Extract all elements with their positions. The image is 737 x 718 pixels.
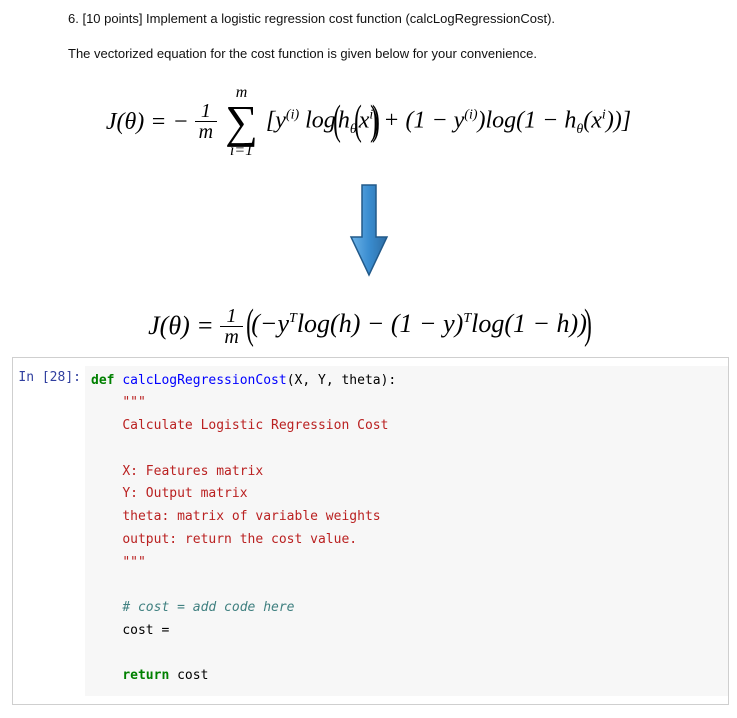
- formula1-frac-bot: m: [195, 122, 217, 142]
- code-comment: # cost = add code here: [122, 600, 294, 615]
- keyword-return: return: [122, 668, 169, 683]
- formula2-body: ((−yTlog(h) − (1 − y)Tlog(1 − h))): [249, 309, 589, 343]
- docstring-theta: theta: matrix of variable weights: [122, 509, 380, 524]
- docstring-y: Y: Output matrix: [122, 486, 247, 501]
- docstring-x: X: Features matrix: [122, 464, 263, 479]
- question-title: 6. [10 points] Implement a logistic regr…: [68, 10, 697, 28]
- formula1-neg: −: [172, 110, 188, 134]
- formula1-body: [y(i) log(hθ(xi)) + (1 − y(i))log(1 − hθ…: [266, 105, 631, 139]
- formula2-frac-top: 1: [220, 306, 242, 327]
- code-body[interactable]: def calcLogRegressionCost(X, Y, theta): …: [85, 366, 728, 697]
- docstring-open: """: [122, 395, 145, 410]
- formula2-frac-bot: m: [220, 327, 242, 347]
- formula-2: J(θ) = 1 m ((−yTlog(h) − (1 − y)Tlog(1 −…: [0, 300, 737, 353]
- formula-1: J(θ) = − 1 m m ∑ i=1 [y(i) log(hθ(xi)) +…: [0, 79, 737, 164]
- keyword-def: def: [91, 373, 114, 388]
- code-cell: In [28]: def calcLogRegressionCost(X, Y,…: [12, 357, 729, 706]
- sigma-bot: i=1: [225, 143, 258, 159]
- function-params: (X, Y, theta):: [287, 373, 397, 388]
- down-arrow-icon: [0, 165, 737, 300]
- formula2-fraction: 1 m: [220, 306, 242, 347]
- input-prompt: In [28]:: [13, 366, 85, 385]
- docstring-title: Calculate Logistic Regression Cost: [122, 418, 388, 433]
- formula1-fraction: 1 m: [195, 101, 217, 142]
- function-name: calcLogRegressionCost: [122, 373, 286, 388]
- question-description: The vectorized equation for the cost fun…: [68, 46, 697, 61]
- return-value: cost: [169, 668, 208, 683]
- summation-symbol: m ∑ i=1: [225, 85, 258, 158]
- formula1-frac-top: 1: [195, 101, 217, 122]
- docstring-output: output: return the cost value.: [122, 532, 357, 547]
- sigma-icon: ∑: [225, 101, 258, 142]
- formula1-lhs: J(θ) =: [106, 110, 167, 134]
- formula2-lhs: J(θ) =: [148, 313, 214, 339]
- docstring-close: """: [122, 555, 145, 570]
- assignment-cost: cost =: [122, 623, 169, 638]
